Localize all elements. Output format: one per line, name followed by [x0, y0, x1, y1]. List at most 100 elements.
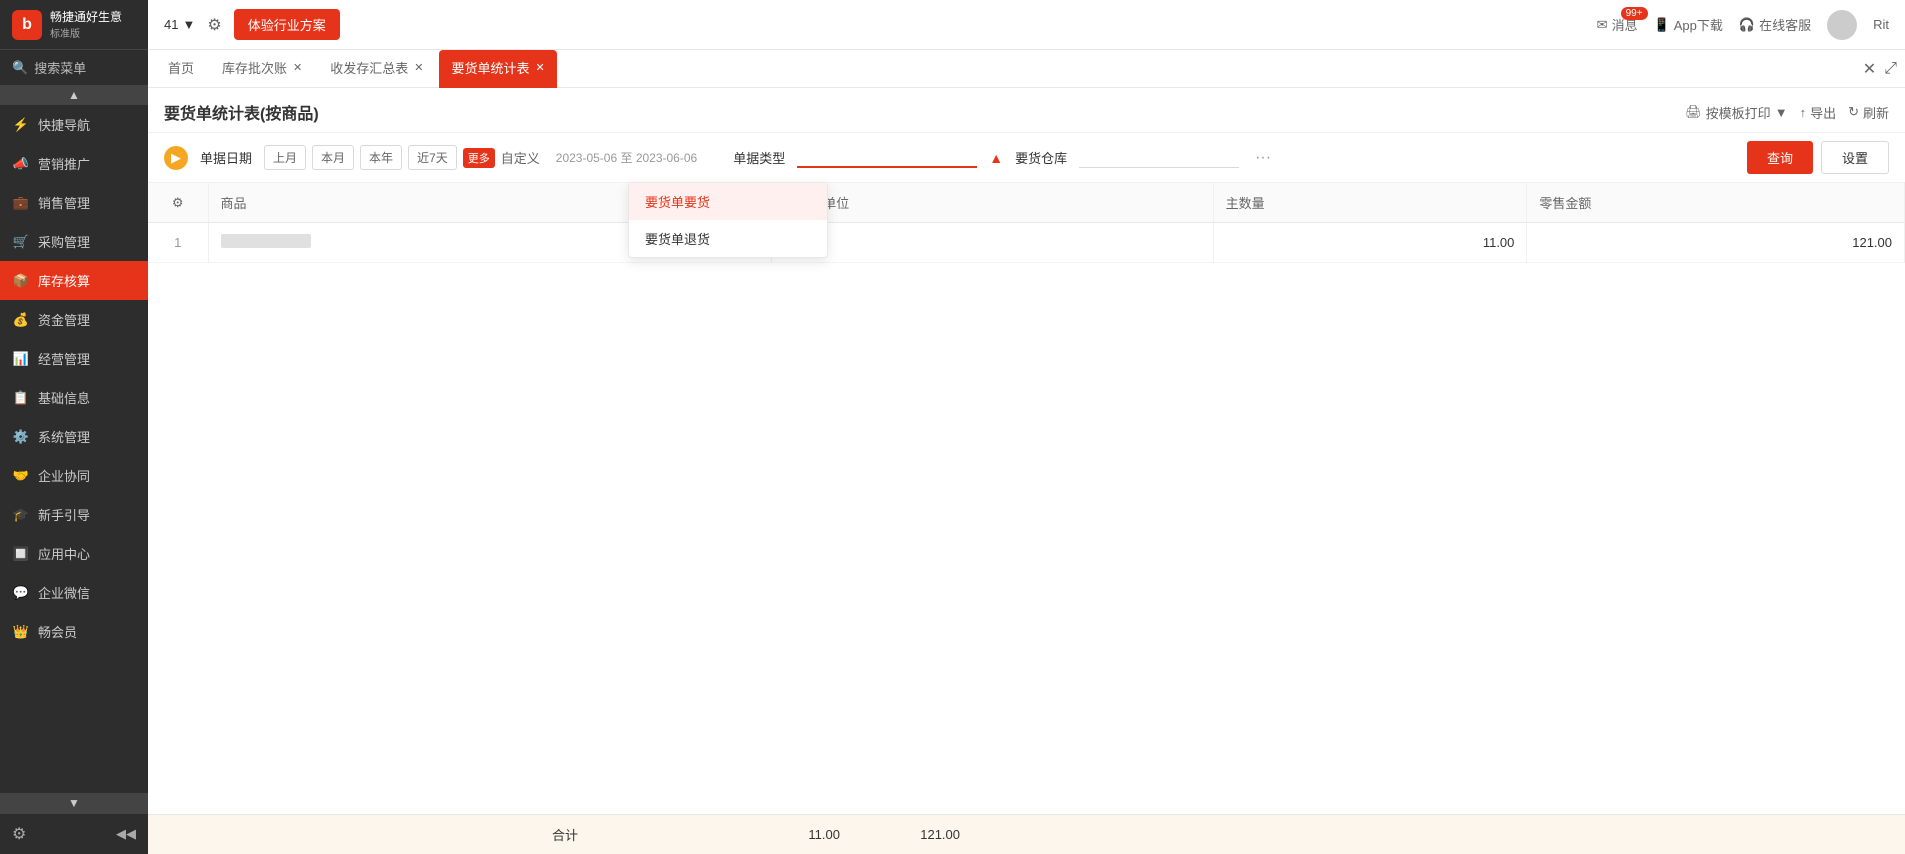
print-dropdown-icon: ▼	[1775, 105, 1788, 120]
sidebar-item-finance[interactable]: 💰 资金管理	[0, 300, 148, 339]
tab-order-stats[interactable]: 要货单统计表 ✕	[439, 50, 556, 88]
topbar-username[interactable]: Rit	[1873, 17, 1889, 32]
settings-button[interactable]: 设置	[1821, 141, 1889, 174]
sidebar-item-operations[interactable]: 📊 经营管理	[0, 339, 148, 378]
sidebar-settings-icon[interactable]: ⚙	[12, 824, 26, 844]
filter-expand-button[interactable]: ▶	[164, 146, 188, 170]
dropdown-item-return[interactable]: 要货单退货	[629, 220, 827, 257]
date-btn-last-month[interactable]: 上月	[264, 145, 306, 170]
tab-inventory-batch[interactable]: 库存批次账 ✕	[210, 50, 314, 88]
cooperation-icon: 🤝	[12, 467, 30, 485]
tab-receive-summary[interactable]: 收发存汇总表 ✕	[318, 50, 435, 88]
topbar-settings-icon[interactable]: ⚙	[207, 15, 221, 35]
guide-icon: 🎓	[12, 506, 30, 524]
quick-nav-icon: ⚡	[12, 116, 30, 134]
tab-close-inventory-batch[interactable]: ✕	[293, 61, 302, 74]
sidebar-item-quick-nav[interactable]: ⚡ 快捷导航	[0, 105, 148, 144]
sidebar-item-member[interactable]: 👑 畅会员	[0, 612, 148, 651]
date-filter-label: 单据日期	[200, 148, 252, 167]
sidebar-item-purchase[interactable]: 🛒 采购管理	[0, 222, 148, 261]
tab-window-close-icon[interactable]: ✕	[1863, 59, 1876, 79]
logo-text: 畅捷通好生意 标准版	[50, 9, 122, 41]
filter-more-icon[interactable]: ···	[1255, 149, 1271, 167]
sidebar-item-cooperation[interactable]: 🤝 企业协同	[0, 456, 148, 495]
export-btn[interactable]: ↑ 导出	[1800, 103, 1837, 122]
tab-home[interactable]: 首页	[156, 50, 206, 88]
table-section: ⚙ 商品 主计量单位 主数量 零售金额 1 块	[148, 183, 1905, 814]
member-icon: 👑	[12, 623, 30, 641]
print-btn[interactable]: 🖨 按模板打印 ▼	[1685, 103, 1787, 122]
filter-actions: 查询 设置	[1747, 141, 1889, 174]
sidebar-item-system[interactable]: ⚙️ 系统管理	[0, 417, 148, 456]
sidebar-scroll-down[interactable]: ▼	[0, 793, 148, 813]
filter-bar: ▶ 单据日期 上月 本月 本年 近7天 更多 自定义 2023-05-06 至 …	[148, 133, 1905, 183]
column-settings-icon[interactable]: ⚙	[172, 195, 184, 210]
sidebar-scroll-up[interactable]: ▲	[0, 85, 148, 105]
headset-icon: 🎧	[1739, 17, 1755, 33]
tabs-right-actions: ✕ ⤢	[1863, 59, 1897, 79]
type-filter-input[interactable]	[797, 147, 977, 168]
tabs-bar: 首页 库存批次账 ✕ 收发存汇总表 ✕ 要货单统计表 ✕ ✕ ⤢	[148, 50, 1905, 88]
export-icon: ↑	[1800, 105, 1807, 120]
logo-icon: b	[12, 10, 42, 40]
date-btn-this-month[interactable]: 本月	[312, 145, 354, 170]
sidebar-collapse-button[interactable]: ◀◀	[116, 826, 136, 842]
sidebar-item-guide[interactable]: 🎓 新手引导	[0, 495, 148, 534]
date-btn-this-year[interactable]: 本年	[360, 145, 402, 170]
operations-icon: 📊	[12, 350, 30, 368]
col-settings-header[interactable]: ⚙	[148, 183, 208, 223]
tab-close-order-stats[interactable]: ✕	[536, 61, 545, 74]
sidebar-item-basic-info[interactable]: 📋 基础信息	[0, 378, 148, 417]
sidebar-item-sales[interactable]: 💼 销售管理	[0, 183, 148, 222]
date-custom-btn[interactable]: 自定义	[501, 148, 540, 167]
row-quantity: 11.00	[1213, 223, 1527, 263]
topbar-store-selector[interactable]: 41 ▼	[164, 17, 195, 32]
sales-icon: 💼	[12, 194, 30, 212]
topbar: 41 ▼ ⚙ 体验行业方案 ✉ 消息 99+ 📱 App下载 🎧 在线客服 Ri…	[148, 0, 1905, 50]
message-icon: ✉	[1597, 17, 1608, 33]
row-unit: 块	[772, 223, 1213, 263]
finance-icon: 💰	[12, 311, 30, 329]
footer-amount: 121.00	[840, 827, 960, 842]
sidebar: b 畅捷通好生意 标准版 🔍 搜索菜单 ▲ ⚡ 快捷导航 📣 营销推广 💼 销售…	[0, 0, 148, 854]
dropdown-item-requisition[interactable]: 要货单要货	[629, 183, 827, 220]
sidebar-item-app-center[interactable]: 🔲 应用中心	[0, 534, 148, 573]
store-dropdown-icon: ▼	[182, 17, 195, 32]
table-footer: 合计 11.00 121.00	[148, 814, 1905, 854]
col-quantity-header: 主数量	[1213, 183, 1527, 223]
type-filter-dropdown: 要货单要货 要货单退货	[628, 182, 828, 258]
date-filter-buttons: 上月 本月 本年 近7天 更多 自定义	[264, 145, 540, 170]
warehouse-filter-label: 要货仓库	[1015, 148, 1067, 167]
refresh-icon: ↻	[1848, 104, 1859, 120]
tab-close-receive-summary[interactable]: ✕	[414, 61, 423, 74]
purchase-icon: 🛒	[12, 233, 30, 251]
sidebar-search[interactable]: 🔍 搜索菜单	[0, 50, 148, 85]
sidebar-item-wechat[interactable]: 💬 企业微信	[0, 573, 148, 612]
date-btn-last-7days[interactable]: 近7天	[408, 145, 457, 170]
basic-info-icon: 📋	[12, 389, 30, 407]
date-more-badge[interactable]: 更多	[463, 148, 495, 168]
topbar-message[interactable]: ✉ 消息 99+	[1597, 15, 1638, 34]
tab-maximize-icon[interactable]: ⤢	[1884, 60, 1897, 78]
trial-btn[interactable]: 体验行业方案	[234, 9, 340, 40]
date-range-display: 2023-05-06 至 2023-06-06	[556, 149, 697, 166]
refresh-btn[interactable]: ↻ 刷新	[1848, 103, 1889, 122]
type-filter-label: 单据类型	[733, 148, 785, 167]
type-filter-dropdown-icon[interactable]: ▲	[989, 150, 1003, 166]
topbar-avatar[interactable]	[1827, 10, 1857, 40]
query-button[interactable]: 查询	[1747, 141, 1813, 174]
topbar-app-download[interactable]: 📱 App下载	[1654, 15, 1723, 34]
system-icon: ⚙️	[12, 428, 30, 446]
row-amount: 121.00	[1527, 223, 1905, 263]
sidebar-item-marketing[interactable]: 📣 营销推广	[0, 144, 148, 183]
table-row: 1 块 11.00 121.00	[148, 223, 1905, 263]
row-index: 1	[148, 223, 208, 263]
sidebar-item-inventory[interactable]: 📦 库存核算	[0, 261, 148, 300]
search-icon: 🔍	[12, 60, 28, 76]
table-header-row: ⚙ 商品 主计量单位 主数量 零售金额	[148, 183, 1905, 223]
col-unit-header: 主计量单位	[772, 183, 1213, 223]
col-amount-header: 零售金额	[1527, 183, 1905, 223]
warehouse-filter-input[interactable]	[1079, 148, 1239, 168]
topbar-customer-service[interactable]: 🎧 在线客服	[1739, 15, 1811, 34]
page-header: 要货单统计表(按商品) 🖨 按模板打印 ▼ ↑ 导出 ↻ 刷新	[148, 88, 1905, 133]
